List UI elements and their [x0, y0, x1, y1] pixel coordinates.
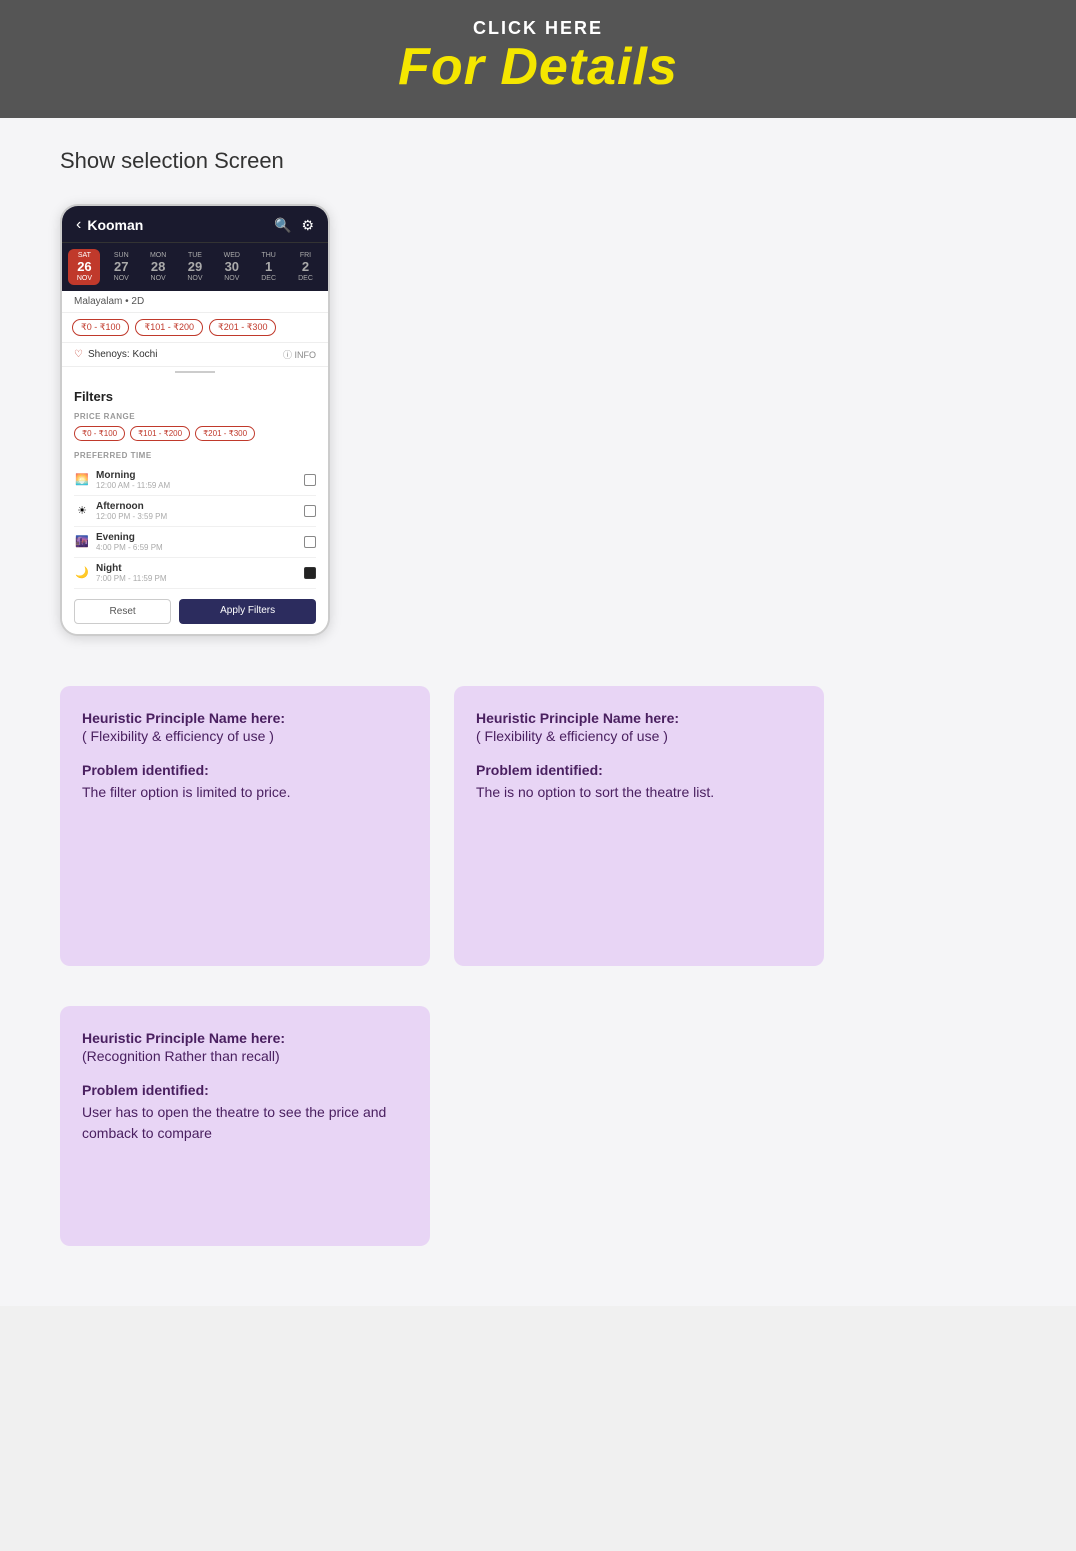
card2-principle-label: Heuristic Principle Name here:	[476, 710, 802, 726]
search-icon[interactable]: 🔍	[274, 217, 291, 234]
phone-mockup-wrapper: ‹ Kooman 🔍 ⚙ SAT 26 NOV SUN 27 NO	[60, 204, 1016, 636]
card2-problem-label: Problem identified:	[476, 762, 802, 778]
card3-problem-text: User has to open the theatre to see the …	[82, 1102, 408, 1144]
time-slot-evening: 🌆 Evening 4:00 PM - 6:59 PM	[74, 527, 316, 558]
night-label: Night	[96, 563, 167, 574]
price-pills-header: ₹0 - ₹100 ₹101 - ₹200 ₹201 - ₹300	[62, 313, 328, 343]
calendar-day-mon[interactable]: MON 28 NOV	[142, 249, 174, 285]
heuristic-card-3: Heuristic Principle Name here: (Recognit…	[60, 1006, 430, 1246]
evening-icon: 🌆	[74, 535, 90, 548]
evening-checkbox[interactable]	[304, 536, 316, 548]
card3-principle-label: Heuristic Principle Name here:	[82, 1030, 408, 1046]
filters-panel: Filters PRICE RANGE ₹0 - ₹100 ₹101 - ₹20…	[62, 379, 328, 634]
bottom-card-section: Heuristic Principle Name here: (Recognit…	[60, 1006, 1016, 1246]
calendar-day-tue[interactable]: TUE 29 NOV	[179, 249, 211, 285]
divider-line	[175, 371, 215, 373]
afternoon-label: Afternoon	[96, 501, 167, 512]
cards-section: Heuristic Principle Name here: ( Flexibi…	[60, 686, 1016, 966]
calendar-day-sun[interactable]: SUN 27 NOV	[105, 249, 137, 285]
for-details-text: For Details	[0, 39, 1076, 96]
time-slot-afternoon: ☀ Afternoon 12:00 PM - 3:59 PM	[74, 496, 316, 527]
evening-range: 4:00 PM - 6:59 PM	[96, 543, 163, 552]
card1-principle-label: Heuristic Principle Name here:	[82, 710, 408, 726]
time-slot-morning: 🌅 Morning 12:00 AM - 11:59 AM	[74, 465, 316, 496]
afternoon-range: 12:00 PM - 3:59 PM	[96, 512, 167, 521]
card2-principle-value: ( Flexibility & efficiency of use )	[476, 728, 802, 744]
filter-icon[interactable]: ⚙	[301, 217, 314, 234]
heuristic-card-2: Heuristic Principle Name here: ( Flexibi…	[454, 686, 824, 966]
apply-filters-button[interactable]: Apply Filters	[179, 599, 316, 624]
page-title: Show selection Screen	[60, 148, 1016, 174]
morning-icon: 🌅	[74, 473, 90, 486]
phone-mockup: ‹ Kooman 🔍 ⚙ SAT 26 NOV SUN 27 NO	[60, 204, 330, 636]
filters-title: Filters	[74, 389, 316, 404]
card3-problem-label: Problem identified:	[82, 1082, 408, 1098]
calendar-day-fri[interactable]: FRI 2 DEC	[289, 249, 321, 285]
night-range: 7:00 PM - 11:59 PM	[96, 574, 167, 583]
card1-problem-label: Problem identified:	[82, 762, 408, 778]
phone-header: ‹ Kooman 🔍 ⚙	[62, 206, 328, 242]
price-pills-filter: ₹0 - ₹100 ₹101 - ₹200 ₹201 - ₹300	[74, 426, 316, 441]
filter-price-pill-3[interactable]: ₹201 - ₹300	[195, 426, 255, 441]
heuristic-card-1: Heuristic Principle Name here: ( Flexibi…	[60, 686, 430, 966]
filter-price-pill-1[interactable]: ₹0 - ₹100	[74, 426, 125, 441]
filter-price-pill-2[interactable]: ₹101 - ₹200	[130, 426, 190, 441]
card1-problem-text: The filter option is limited to price.	[82, 782, 408, 803]
card1-principle-value: ( Flexibility & efficiency of use )	[82, 728, 408, 744]
language-tag: Malayalam • 2D	[62, 291, 328, 313]
price-pill-1[interactable]: ₹0 - ₹100	[72, 319, 129, 336]
time-slot-night: 🌙 Night 7:00 PM - 11:59 PM	[74, 558, 316, 589]
morning-label: Morning	[96, 470, 170, 481]
morning-range: 12:00 AM - 11:59 AM	[96, 481, 170, 490]
card3-principle-value: (Recognition Rather than recall)	[82, 1048, 408, 1064]
theatre-row: ♡ Shenoys: Kochi ⓘ INFO	[62, 343, 328, 367]
phone-header-left: ‹ Kooman	[76, 216, 143, 234]
price-pill-3[interactable]: ₹201 - ₹300	[209, 319, 276, 336]
main-content: Show selection Screen ‹ Kooman 🔍 ⚙ SAT 2…	[0, 118, 1076, 1306]
click-here-text: CLICK HERE	[0, 18, 1076, 39]
time-slots: 🌅 Morning 12:00 AM - 11:59 AM ☀	[74, 465, 316, 589]
night-icon: 🌙	[74, 566, 90, 579]
calendar-day-wed[interactable]: WED 30 NOV	[216, 249, 248, 285]
night-checkbox[interactable]	[304, 567, 316, 579]
theatre-name: Shenoys: Kochi	[88, 349, 158, 360]
calendar-day-sat[interactable]: SAT 26 NOV	[68, 249, 100, 285]
price-range-label: PRICE RANGE	[74, 412, 316, 421]
top-banner: CLICK HERE For Details	[0, 0, 1076, 118]
phone-header-icons: 🔍 ⚙	[274, 217, 314, 234]
price-pill-2[interactable]: ₹101 - ₹200	[135, 319, 202, 336]
filter-action-buttons: Reset Apply Filters	[74, 599, 316, 624]
afternoon-icon: ☀	[74, 504, 90, 517]
preferred-time-label: PREFERRED TIME	[74, 451, 316, 460]
morning-checkbox[interactable]	[304, 474, 316, 486]
phone-app-title: Kooman	[87, 217, 143, 233]
afternoon-checkbox[interactable]	[304, 505, 316, 517]
evening-label: Evening	[96, 532, 163, 543]
calendar-strip: SAT 26 NOV SUN 27 NOV MON 28 NOV TUE 29	[62, 242, 328, 291]
reset-button[interactable]: Reset	[74, 599, 171, 624]
heart-icon[interactable]: ♡	[74, 349, 83, 360]
info-button[interactable]: ⓘ INFO	[283, 348, 316, 361]
card2-problem-text: The is no option to sort the theatre lis…	[476, 782, 802, 803]
calendar-day-thu[interactable]: THU 1 DEC	[253, 249, 285, 285]
back-arrow-icon[interactable]: ‹	[76, 216, 81, 234]
